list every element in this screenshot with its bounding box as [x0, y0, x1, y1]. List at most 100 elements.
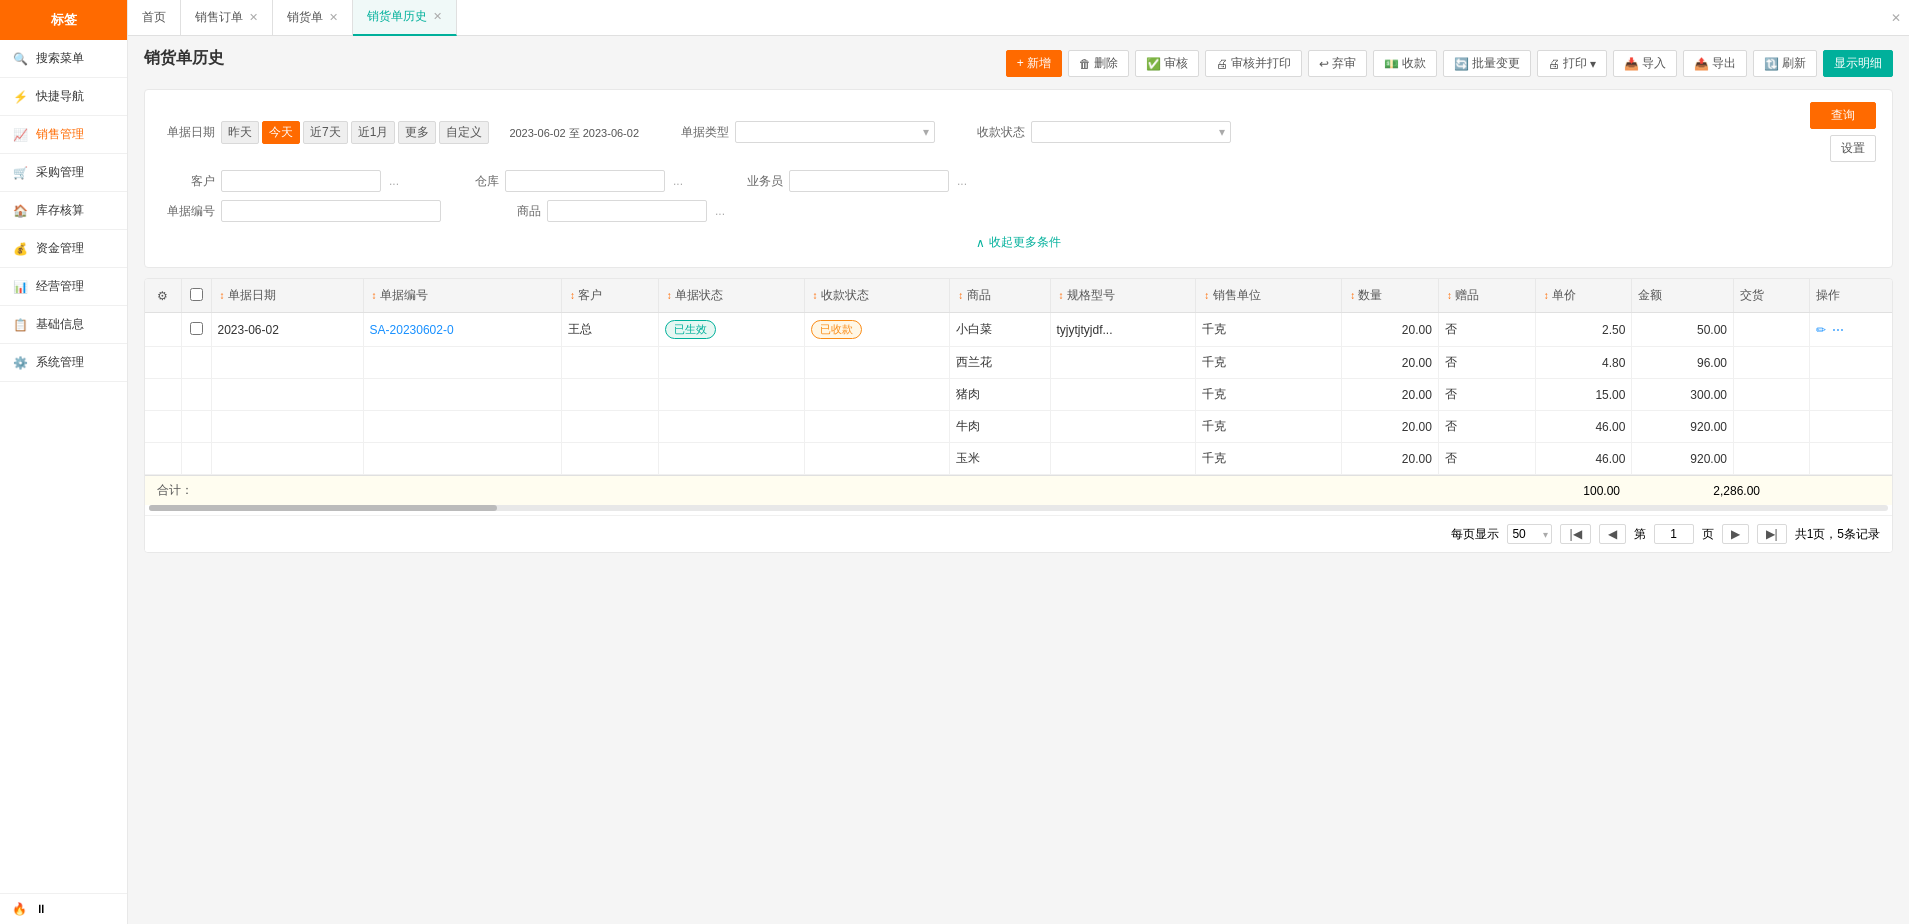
tab-home[interactable]: 首页: [128, 0, 181, 36]
more-op[interactable]: ⋯: [1832, 323, 1844, 337]
date-btn-7days[interactable]: 近7天: [303, 121, 348, 144]
cell-doc-no[interactable]: [363, 347, 561, 379]
settings-button[interactable]: 设置: [1830, 135, 1876, 162]
summary-label: 合计：: [157, 482, 193, 499]
warehouse-input[interactable]: [505, 170, 665, 192]
print-button[interactable]: 🖨 打印 ▾: [1537, 50, 1607, 77]
sidebar-item-quick-nav[interactable]: ⚡ 快捷导航: [0, 78, 127, 116]
date-btn-more[interactable]: 更多: [398, 121, 436, 144]
prev-page-btn[interactable]: ◀: [1599, 524, 1626, 544]
sidebar-item-system-mgmt[interactable]: ⚙️ 系统管理: [0, 344, 127, 382]
goods-input[interactable]: [547, 200, 707, 222]
tab-bar-close-all[interactable]: ✕: [1891, 11, 1909, 25]
sidebar-item-finance-mgmt[interactable]: 💰 资金管理: [0, 230, 127, 268]
date-btn-yesterday[interactable]: 昨天: [221, 121, 259, 144]
cell-operation[interactable]: [1809, 411, 1892, 443]
sort-icon: ↕: [372, 290, 377, 301]
tab-sales-goods-close[interactable]: ✕: [329, 11, 338, 24]
collapse-button[interactable]: ∧ 收起更多条件: [161, 230, 1876, 255]
doc-no-link[interactable]: SA-20230602-0: [370, 323, 454, 337]
page-number-input[interactable]: [1654, 524, 1694, 544]
date-btn-1month[interactable]: 近1月: [351, 121, 396, 144]
customer-ellipsis[interactable]: ...: [389, 174, 399, 188]
cell-operation[interactable]: ✏⋯: [1809, 313, 1892, 347]
per-page-select[interactable]: 50 100 200: [1507, 524, 1552, 544]
cell-doc-date: [211, 443, 363, 475]
doc-no-input[interactable]: [221, 200, 441, 222]
cell-gift: 否: [1438, 379, 1535, 411]
th-doc-status[interactable]: ↕ 单据状态: [658, 279, 804, 313]
th-quantity[interactable]: ↕ 数量: [1342, 279, 1439, 313]
cell-operation[interactable]: [1809, 379, 1892, 411]
cell-goods: 牛肉: [950, 411, 1050, 443]
th-doc-no[interactable]: ↕ 单据编号: [363, 279, 561, 313]
warehouse-ellipsis[interactable]: ...: [673, 174, 683, 188]
export-button[interactable]: 📤 导出: [1683, 50, 1747, 77]
sidebar-item-operation-mgmt[interactable]: 📊 经营管理: [0, 268, 127, 306]
tab-sales-order-close[interactable]: ✕: [249, 11, 258, 24]
doc-no-label: 单据编号: [161, 203, 215, 220]
th-collect-status[interactable]: ↕ 收款状态: [804, 279, 950, 313]
batch-change-button[interactable]: 🔄 批量变更: [1443, 50, 1531, 77]
goods-ellipsis[interactable]: ...: [715, 204, 725, 218]
collect-status-select[interactable]: [1031, 121, 1231, 143]
delete-button[interactable]: 🗑 删除: [1068, 50, 1129, 77]
cell-doc-no[interactable]: SA-20230602-0: [363, 313, 561, 347]
cell-transaction: [1734, 379, 1810, 411]
refresh-button[interactable]: 🔃 刷新: [1753, 50, 1817, 77]
row-checkbox: [181, 347, 211, 379]
sidebar-item-purchase-mgmt[interactable]: 🛒 采购管理: [0, 154, 127, 192]
th-doc-date[interactable]: ↕ 单据日期: [211, 279, 363, 313]
tab-sales-goods[interactable]: 销货单 ✕: [273, 0, 353, 36]
th-unit-price[interactable]: ↕ 单价: [1535, 279, 1632, 313]
query-button[interactable]: 查询: [1810, 102, 1876, 129]
cell-gift: 否: [1438, 347, 1535, 379]
tab-sales-order[interactable]: 销售订单 ✕: [181, 0, 273, 36]
edit-op[interactable]: ✏: [1816, 323, 1826, 337]
show-detail-button[interactable]: 显示明细: [1823, 50, 1893, 77]
select-all-checkbox[interactable]: [190, 288, 203, 301]
last-page-btn[interactable]: ▶|: [1757, 524, 1787, 544]
th-settings[interactable]: ⚙: [145, 279, 181, 313]
cell-amount: 920.00: [1632, 411, 1734, 443]
salesperson-input[interactable]: [789, 170, 949, 192]
sidebar-item-sales-mgmt[interactable]: 📈 销售管理: [0, 116, 127, 154]
cell-doc-no[interactable]: [363, 379, 561, 411]
next-page-btn[interactable]: ▶: [1722, 524, 1749, 544]
filter-row-2: 客户 ... 仓库 ... 业务员 ...: [161, 170, 1876, 192]
sidebar-item-basic-info[interactable]: 📋 基础信息: [0, 306, 127, 344]
discard-button[interactable]: ↩ 弃审: [1308, 50, 1367, 77]
row-settings: [145, 313, 181, 347]
tab-sales-history[interactable]: 销货单历史 ✕: [353, 0, 457, 36]
tab-sales-history-close[interactable]: ✕: [433, 10, 442, 23]
cell-sales-unit: 千克: [1196, 379, 1342, 411]
table-row: 西兰花 千克 20.00 否 4.80 96.00: [145, 347, 1892, 379]
sidebar-item-search-menu[interactable]: 🔍 搜索菜单: [0, 40, 127, 78]
th-sales-unit[interactable]: ↕ 销售单位: [1196, 279, 1342, 313]
cell-doc-no[interactable]: [363, 443, 561, 475]
cell-operation[interactable]: [1809, 443, 1892, 475]
new-button[interactable]: + 新增: [1006, 50, 1062, 77]
import-button[interactable]: 📥 导入: [1613, 50, 1677, 77]
date-btn-today[interactable]: 今天: [262, 121, 300, 144]
first-page-btn[interactable]: |◀: [1560, 524, 1590, 544]
th-spec[interactable]: ↕ 规格型号: [1050, 279, 1196, 313]
audit-print-button[interactable]: 🖨 审核并打印: [1205, 50, 1302, 77]
th-gift[interactable]: ↕ 赠品: [1438, 279, 1535, 313]
salesperson-ellipsis[interactable]: ...: [957, 174, 967, 188]
pause-icon[interactable]: ⏸: [35, 902, 47, 916]
sidebar-item-inventory[interactable]: 🏠 库存核算: [0, 192, 127, 230]
date-btn-custom[interactable]: 自定义: [439, 121, 489, 144]
customer-input[interactable]: [221, 170, 381, 192]
th-goods[interactable]: ↕ 商品: [950, 279, 1050, 313]
cell-operation[interactable]: [1809, 347, 1892, 379]
audit-button[interactable]: ✅ 审核: [1135, 50, 1199, 77]
th-customer[interactable]: ↕ 客户: [561, 279, 658, 313]
doc-type-select[interactable]: [735, 121, 935, 143]
collect-button[interactable]: 💵 收款: [1373, 50, 1437, 77]
cell-doc-no[interactable]: [363, 411, 561, 443]
fire-icon[interactable]: 🔥: [12, 902, 27, 916]
cell-sales-unit: 千克: [1196, 411, 1342, 443]
row-select-checkbox[interactable]: [190, 322, 203, 335]
query-settings-area: 查询 设置: [1810, 102, 1876, 162]
